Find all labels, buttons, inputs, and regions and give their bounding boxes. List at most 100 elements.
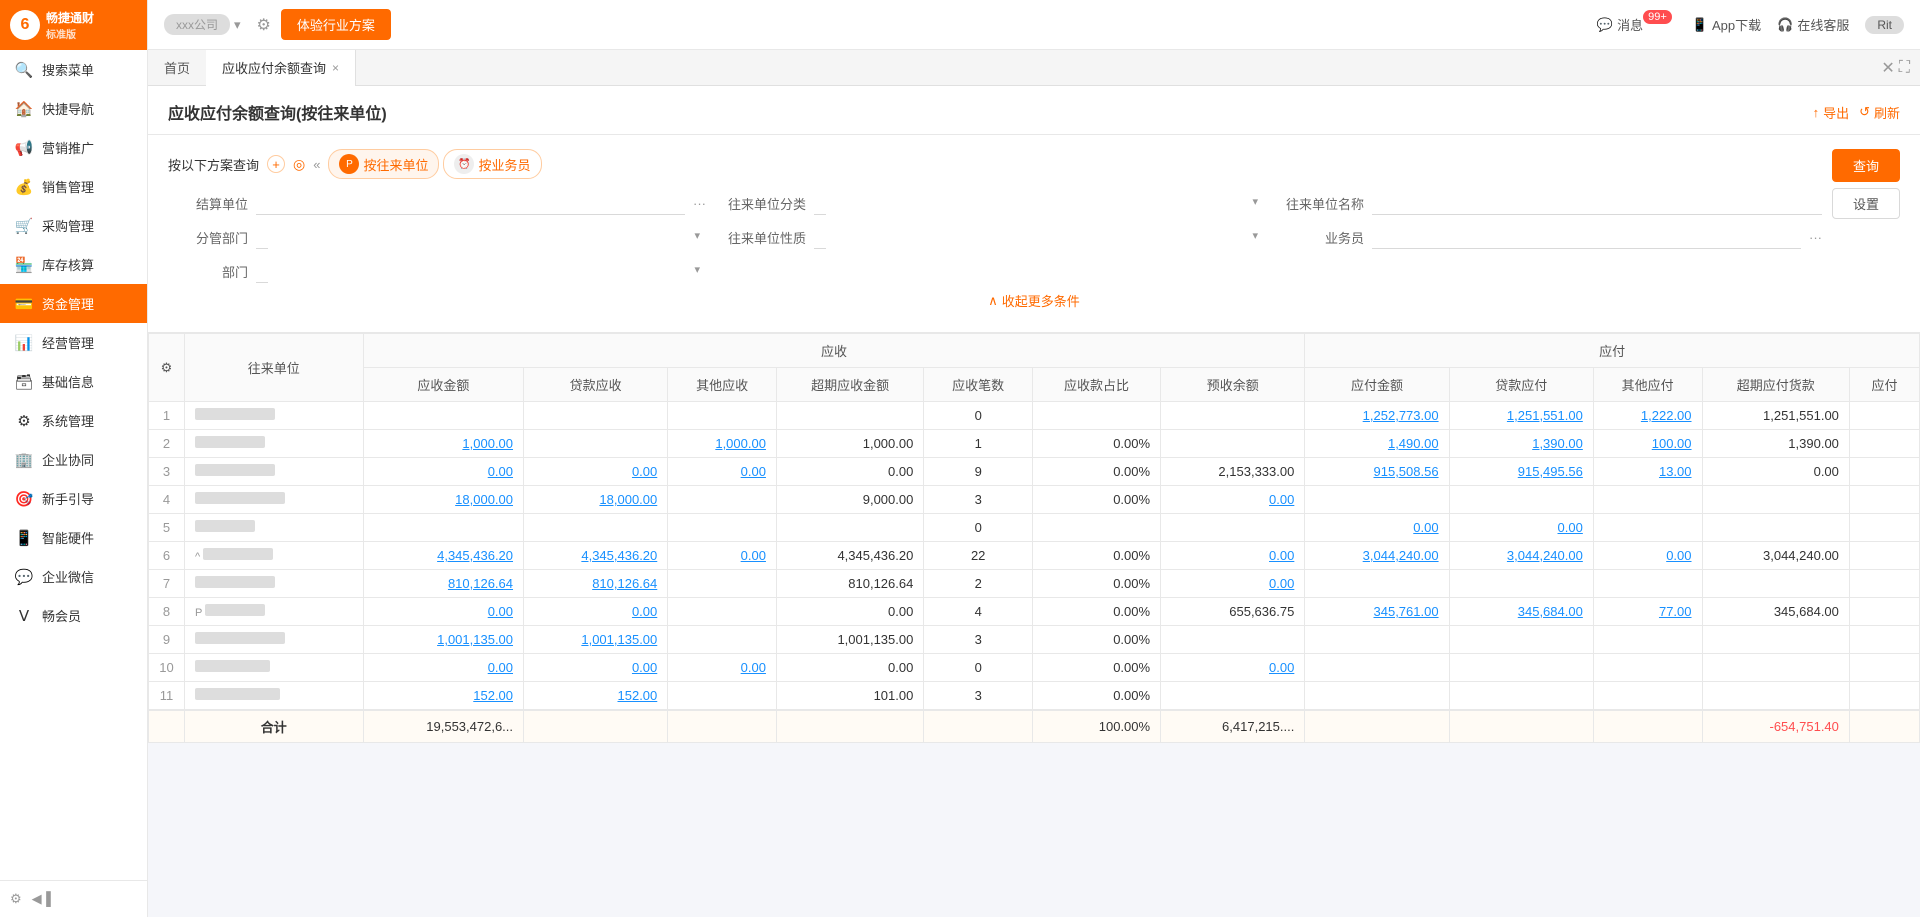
table-wrapper: ⚙ 往来单位 应收 应付 应收金额 贷款应收 其他应收 超期应收金额 应收笔数 … — [148, 333, 1920, 743]
salesperson-dots[interactable]: ··· — [1809, 230, 1822, 245]
query-button[interactable]: 查询 — [1832, 149, 1900, 182]
settlement-unit-dots[interactable]: ··· — [693, 196, 706, 211]
link[interactable]: 3,044,240.00 — [1363, 548, 1439, 563]
link[interactable]: 1,252,773.00 — [1363, 408, 1439, 423]
sidebar-item-sales[interactable]: 💰 销售管理 — [0, 167, 147, 206]
sidebar-label-marketing: 营销推广 — [42, 138, 94, 157]
chevron-down-icon[interactable]: ▾ — [234, 17, 241, 33]
link[interactable]: 810,126.64 — [592, 576, 657, 591]
link[interactable]: 0.00 — [1413, 520, 1438, 535]
link[interactable]: 152.00 — [618, 688, 658, 703]
online-service-item[interactable]: 🎧 在线客服 — [1777, 15, 1849, 34]
tab-home[interactable]: 首页 — [148, 50, 206, 86]
sidebar-item-guide[interactable]: 🎯 新手引导 — [0, 479, 147, 518]
tab-close-icon[interactable]: × — [332, 61, 339, 75]
sidebar-collapse-icon[interactable]: ◀▐ — [32, 891, 51, 907]
sidebar-item-purchase[interactable]: 🛒 采购管理 — [0, 206, 147, 245]
col-ap-loan: 贷款应付 — [1449, 368, 1593, 402]
link[interactable]: 1,000.00 — [715, 436, 766, 451]
link[interactable]: 345,684.00 — [1518, 604, 1583, 619]
sidebar-item-inventory[interactable]: 🏪 库存核算 — [0, 245, 147, 284]
sidebar-settings-icon[interactable]: ⚙ — [10, 891, 22, 907]
add-condition-icon[interactable]: + — [267, 155, 285, 173]
settings-button[interactable]: 设置 — [1832, 188, 1900, 219]
link[interactable]: 0.00 — [1269, 548, 1294, 563]
settlement-unit-input[interactable] — [256, 191, 685, 215]
link[interactable]: 0.00 — [1666, 548, 1691, 563]
sidebar-item-marketing[interactable]: 📢 营销推广 — [0, 128, 147, 167]
link[interactable]: 0.00 — [632, 604, 657, 619]
table-row: 10 0.00 0.00 0.00 0.00 0 0.00% 0.00 — [149, 654, 1920, 682]
link[interactable]: 1,001,135.00 — [437, 632, 513, 647]
sidebar-item-finance[interactable]: 💳 资金管理 — [0, 284, 147, 323]
link[interactable]: 1,490.00 — [1388, 436, 1439, 451]
link[interactable]: 0.00 — [1269, 660, 1294, 675]
department-select[interactable] — [256, 259, 268, 283]
link[interactable]: 0.00 — [488, 464, 513, 479]
gear-settings-icon[interactable]: ⚙ — [257, 15, 271, 35]
link[interactable]: 1,251,551.00 — [1507, 408, 1583, 423]
link[interactable]: 18,000.00 — [455, 492, 513, 507]
link[interactable]: 0.00 — [1269, 576, 1294, 591]
sidebar-item-search-menu[interactable]: 🔍 搜索菜单 — [0, 50, 147, 89]
salesperson-input[interactable] — [1372, 225, 1801, 249]
trial-btn[interactable]: 体验行业方案 — [281, 9, 391, 40]
tab-ar-query[interactable]: 应收应付余额查询 × — [206, 50, 356, 86]
window-expand-icon[interactable]: ⛶ — [1899, 59, 1910, 77]
link[interactable]: 152.00 — [473, 688, 513, 703]
collapse-conditions[interactable]: ∧ 收起更多条件 — [168, 283, 1900, 318]
dept-manager-select[interactable] — [256, 225, 268, 249]
partner-nature-select[interactable] — [814, 225, 826, 249]
link[interactable]: 915,508.56 — [1374, 464, 1439, 479]
link[interactable]: 0.00 — [741, 660, 766, 675]
link[interactable]: 345,761.00 — [1374, 604, 1439, 619]
link[interactable]: 1,390.00 — [1532, 436, 1583, 451]
sidebar-item-basic[interactable]: 🗃 基础信息 — [0, 362, 147, 401]
link[interactable]: 1,000.00 — [462, 436, 513, 451]
message-item[interactable]: 💬 消息 99+ — [1597, 15, 1676, 34]
window-close-icon[interactable]: ✕ — [1881, 58, 1894, 78]
table-row: 6 ^ 4,345,436.20 4,345,436.20 0.00 4,345… — [149, 542, 1920, 570]
mode-by-staff[interactable]: ⏰ 按业务员 — [443, 149, 541, 179]
table-settings-icon[interactable]: ⚙ — [161, 360, 173, 375]
sidebar-item-member[interactable]: Ⅴ 畅会员 — [0, 596, 147, 635]
sidebar-item-hardware[interactable]: 📱 智能硬件 — [0, 518, 147, 557]
arrow-left-icon[interactable]: « — [313, 157, 320, 172]
link[interactable]: 4,345,436.20 — [437, 548, 513, 563]
table-row: 8 P 0.00 0.00 0.00 4 0.00% 655,636.75 34… — [149, 598, 1920, 626]
refresh-button[interactable]: ↺ 刷新 — [1859, 103, 1900, 122]
col-ap-overdue: 超期应付货款 — [1702, 368, 1849, 402]
col-settings-header[interactable]: ⚙ — [149, 334, 185, 402]
sidebar-item-enterprise[interactable]: 🏢 企业协同 — [0, 440, 147, 479]
link[interactable]: 0.00 — [632, 660, 657, 675]
link[interactable]: 0.00 — [741, 464, 766, 479]
link[interactable]: 13.00 — [1659, 464, 1692, 479]
user-item[interactable]: Rit — [1865, 16, 1904, 34]
link[interactable]: 4,345,436.20 — [581, 548, 657, 563]
target-icon[interactable]: ◎ — [293, 156, 305, 173]
sidebar-item-operation[interactable]: 📊 经营管理 — [0, 323, 147, 362]
link[interactable]: 3,044,240.00 — [1507, 548, 1583, 563]
link[interactable]: 0.00 — [488, 604, 513, 619]
link[interactable]: 0.00 — [1558, 520, 1583, 535]
sidebar-item-quick-nav[interactable]: 🏠 快捷导航 — [0, 89, 147, 128]
link[interactable]: 0.00 — [488, 660, 513, 675]
link[interactable]: 0.00 — [1269, 492, 1294, 507]
link[interactable]: 18,000.00 — [599, 492, 657, 507]
link[interactable]: 0.00 — [741, 548, 766, 563]
link[interactable]: 77.00 — [1659, 604, 1692, 619]
sidebar-item-system[interactable]: ⚙ 系统管理 — [0, 401, 147, 440]
link[interactable]: 1,222.00 — [1641, 408, 1692, 423]
link[interactable]: 810,126.64 — [448, 576, 513, 591]
app-download-item[interactable]: 📱 App下载 — [1692, 15, 1761, 34]
partner-name-input[interactable] — [1372, 191, 1822, 215]
link[interactable]: 0.00 — [632, 464, 657, 479]
mode-by-partner[interactable]: P 按往来单位 — [328, 149, 439, 179]
export-button[interactable]: ↑ 导出 — [1813, 103, 1850, 122]
sidebar-item-wechat[interactable]: 💬 企业微信 — [0, 557, 147, 596]
partner-category-select[interactable] — [814, 191, 826, 215]
link[interactable]: 1,001,135.00 — [581, 632, 657, 647]
query-buttons: 查询 设置 — [1832, 149, 1900, 219]
link[interactable]: 915,495.56 — [1518, 464, 1583, 479]
link[interactable]: 100.00 — [1652, 436, 1692, 451]
